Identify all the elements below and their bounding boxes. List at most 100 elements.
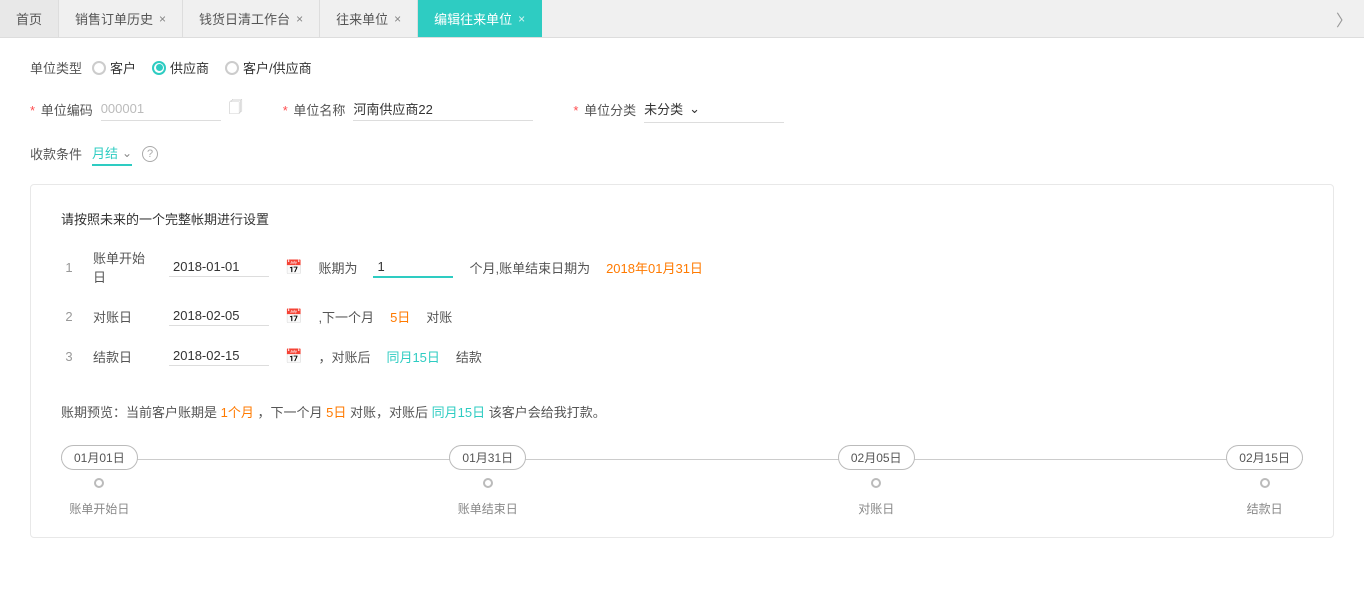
timeline-badge-1: 01月31日	[449, 445, 526, 470]
preview-mid2: 对账，对账后	[350, 405, 428, 420]
unit-type-row: 单位类型 客户 供应商 客户/供应商	[30, 58, 1334, 77]
radio-both[interactable]: 客户/供应商	[225, 58, 312, 77]
unit-type-label: 单位类型	[30, 58, 82, 77]
payment-highlight: 同月15日	[386, 347, 439, 366]
radio-group-unit-type: 客户 供应商 客户/供应商	[92, 58, 312, 77]
unit-code-icon[interactable]: 🗍	[229, 97, 243, 121]
reconcile-desc-before: ,下一个月	[318, 307, 374, 326]
radio-supplier-label: 供应商	[170, 58, 209, 77]
row-num-2: 2	[61, 309, 77, 324]
tab-sales-history-close[interactable]: ×	[159, 12, 166, 26]
tab-edit-counterparty-close[interactable]: ×	[518, 12, 525, 26]
unit-code-input[interactable]	[101, 97, 221, 121]
payment-desc-after: 结款	[456, 347, 482, 366]
tab-cash-work[interactable]: 钱货日清工作台 ×	[183, 0, 320, 37]
end-date-display: 2018年01月31日	[606, 258, 703, 277]
timeline-badge-0: 01月01日	[61, 445, 138, 470]
setting-row-1: 1 账单开始日 📅 账期为 个月,账单结束日期为 2018年01月31日	[61, 248, 1303, 286]
unit-name-input[interactable]	[353, 97, 533, 121]
setting-row-3: 3 结款日 📅 ，对账后 同月15日 结款	[61, 346, 1303, 366]
name-star: *	[283, 103, 288, 118]
preview-text: 账期预览：当前客户账期是 1个月 ，下一个月 5日 对账，对账后 同月15日 该…	[61, 402, 1303, 421]
tab-cash-work-label: 钱货日清工作台	[199, 9, 290, 28]
unit-code-group: * 单位编码 🗍	[30, 97, 243, 121]
payment-dropdown-arrow: ⌄	[122, 146, 132, 160]
timeline-badge-3: 02月15日	[1226, 445, 1303, 470]
tab-edit-counterparty[interactable]: 编辑往来单位 ×	[418, 0, 542, 37]
timeline-point-1: 01月31日 账单结束日	[449, 445, 526, 517]
payment-help-icon[interactable]: ?	[142, 146, 158, 162]
payment-row: 收款条件 月结 ⌄ ?	[30, 141, 1334, 166]
timeline-dot-2	[871, 478, 881, 488]
start-date-calendar-icon[interactable]: 📅	[285, 259, 302, 276]
tab-counterparty[interactable]: 往来单位 ×	[320, 0, 418, 37]
payment-date-input[interactable]	[169, 346, 269, 366]
radio-customer-label: 客户	[110, 58, 136, 77]
period-label: 账期为	[318, 258, 357, 277]
preview-highlight3: 同月15日	[432, 405, 485, 420]
settings-title: 请按照未来的一个完整帐期进行设置	[61, 209, 1303, 228]
code-star: *	[30, 103, 35, 118]
row-label-2: 对账日	[93, 307, 153, 326]
timeline-dot-0	[94, 478, 104, 488]
unit-name-group: * 单位名称	[283, 97, 534, 121]
row-num-1: 1	[61, 260, 77, 275]
unit-category-dropdown[interactable]: 未分类 ⌄	[644, 95, 784, 123]
row-label-1: 账单开始日	[93, 248, 153, 286]
preview-suffix: 该客户会给我打款。	[489, 405, 606, 420]
unit-category-group: * 单位分类 未分类 ⌄	[573, 95, 784, 123]
start-date-input[interactable]	[169, 257, 269, 277]
reconcile-date-input[interactable]	[169, 306, 269, 326]
timeline-dot-3	[1260, 478, 1270, 488]
radio-both-label: 客户/供应商	[243, 58, 312, 77]
unit-code-label: * 单位编码	[30, 100, 93, 119]
main-content: 单位类型 客户 供应商 客户/供应商 * 单位编码 🗍	[0, 38, 1364, 608]
unit-name-label: * 单位名称	[283, 100, 346, 119]
unit-category-value: 未分类	[644, 99, 683, 118]
tab-sales-history-label: 销售订单历史	[75, 9, 153, 28]
tab-cash-work-close[interactable]: ×	[296, 12, 303, 26]
payment-date-calendar-icon[interactable]: 📅	[285, 348, 302, 365]
payment-label: 收款条件	[30, 144, 82, 163]
preview-section: 账期预览：当前客户账期是 1个月 ，下一个月 5日 对账，对账后 同月15日 该…	[61, 386, 1303, 517]
row-num-3: 3	[61, 349, 77, 364]
settings-box: 请按照未来的一个完整帐期进行设置 1 账单开始日 📅 账期为 个月,账单结束日期…	[30, 184, 1334, 538]
reconcile-highlight: 5日	[390, 307, 410, 326]
tab-counterparty-close[interactable]: ×	[394, 12, 401, 26]
timeline-point-0: 01月01日 账单开始日	[61, 445, 138, 517]
timeline-point-2: 02月05日 对账日	[838, 445, 915, 517]
timeline-badge-2: 02月05日	[838, 445, 915, 470]
timeline-point-3: 02月15日 结款日	[1226, 445, 1303, 517]
row-label-3: 结款日	[93, 347, 153, 366]
radio-customer[interactable]: 客户	[92, 58, 136, 77]
period-input[interactable]	[373, 257, 453, 278]
tab-home[interactable]: 首页	[0, 0, 59, 37]
preview-mid1: ，下一个月	[258, 405, 323, 420]
timeline: 01月01日 账单开始日 01月31日 账单结束日 02月05日 对账日	[61, 445, 1303, 517]
timeline-dot-1	[483, 478, 493, 488]
tab-expand-button[interactable]: 〉	[1324, 0, 1364, 37]
cat-star: *	[573, 103, 578, 118]
preview-highlight2: 5日	[326, 405, 346, 420]
preview-prefix: 账期预览：当前客户账期是	[61, 405, 217, 420]
payment-desc-before: ，对账后	[318, 347, 370, 366]
tab-edit-counterparty-label: 编辑往来单位	[434, 9, 512, 28]
tab-counterparty-label: 往来单位	[336, 9, 388, 28]
preview-highlight1: 1个月	[221, 405, 254, 420]
payment-value: 月结	[92, 143, 118, 162]
category-dropdown-arrow: ⌄	[689, 101, 700, 117]
payment-select[interactable]: 月结 ⌄	[92, 141, 132, 166]
unit-info-row: * 单位编码 🗍 * 单位名称 * 单位分类 未分类 ⌄	[30, 95, 1334, 123]
period-unit: 个月,账单结束日期为	[469, 258, 590, 277]
timeline-label-2: 对账日	[858, 500, 894, 517]
tab-sales-history[interactable]: 销售订单历史 ×	[59, 0, 183, 37]
tab-bar: 首页 销售订单历史 × 钱货日清工作台 × 往来单位 × 编辑往来单位 × 〉	[0, 0, 1364, 38]
timeline-label-1: 账单结束日	[458, 500, 518, 517]
timeline-points: 01月01日 账单开始日 01月31日 账单结束日 02月05日 对账日	[61, 445, 1303, 517]
reconcile-date-calendar-icon[interactable]: 📅	[285, 308, 302, 325]
timeline-label-0: 账单开始日	[69, 500, 129, 517]
radio-supplier[interactable]: 供应商	[152, 58, 209, 77]
unit-category-label: * 单位分类	[573, 100, 636, 119]
radio-supplier-circle	[152, 61, 166, 75]
radio-both-circle	[225, 61, 239, 75]
